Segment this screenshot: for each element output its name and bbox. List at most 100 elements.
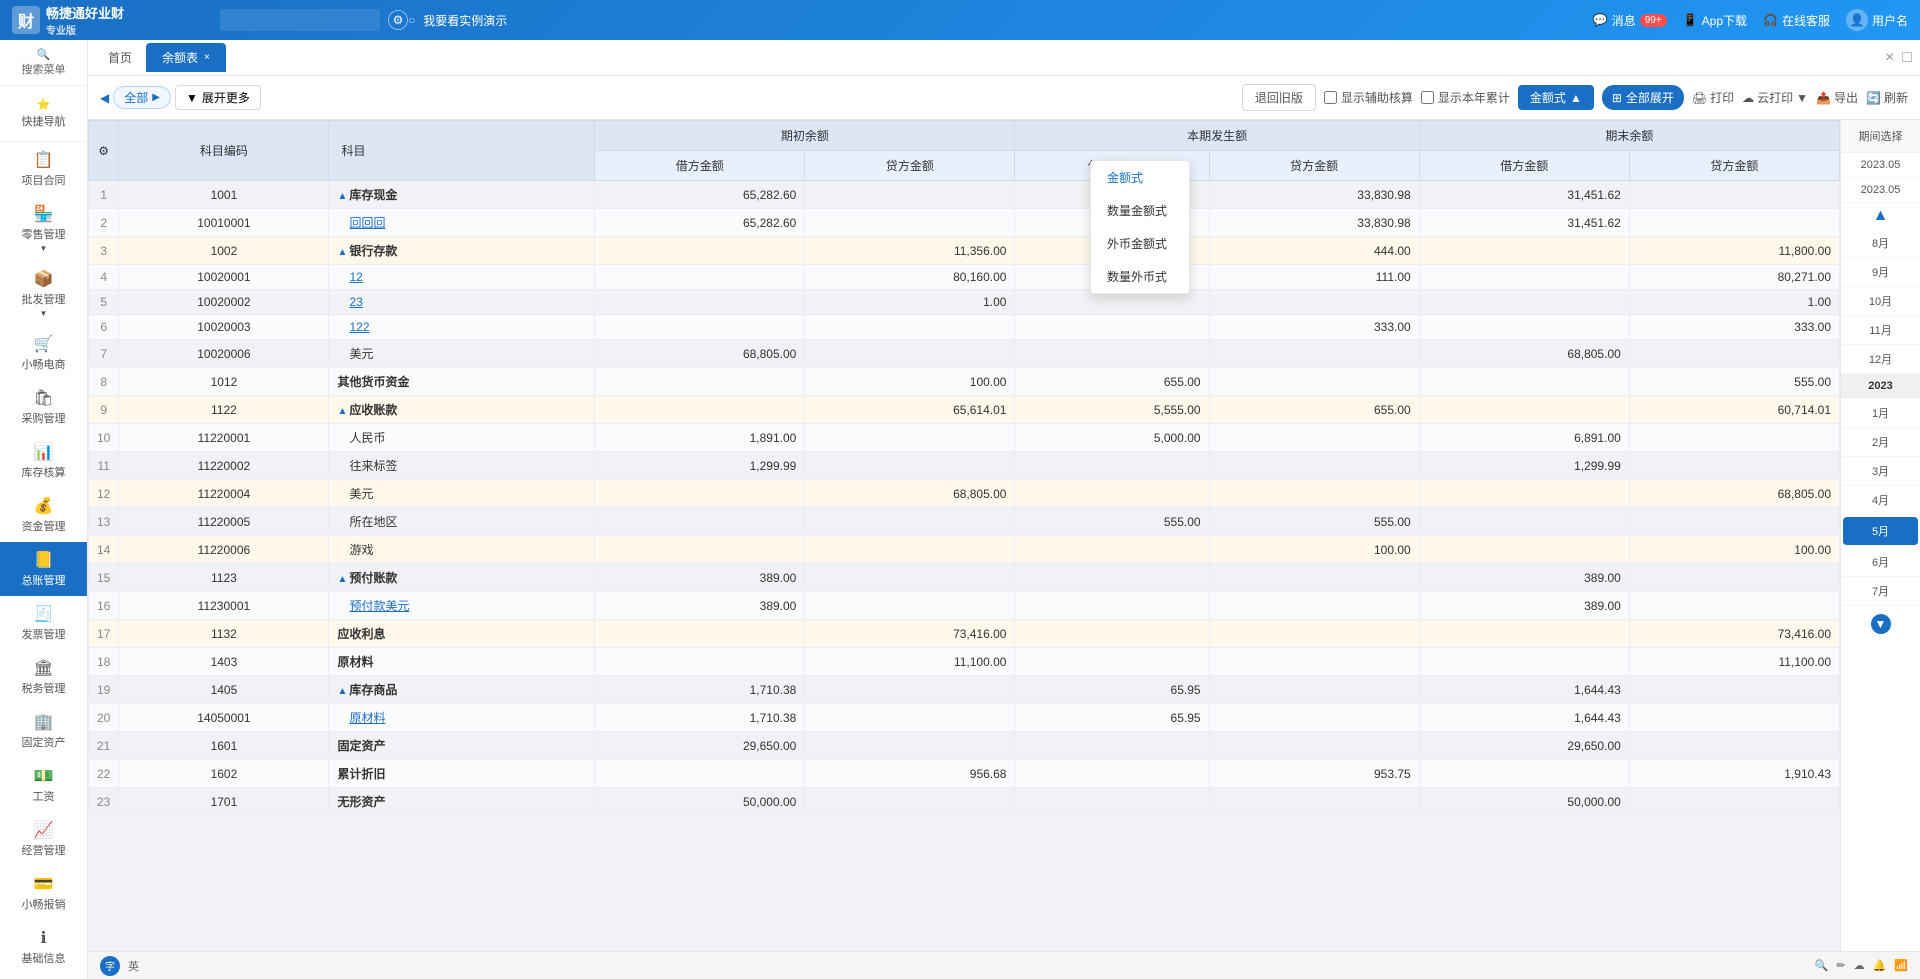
period-item-2023-05-top[interactable]: 2023.05: [1841, 153, 1920, 178]
account-name-bold[interactable]: 累计折旧: [337, 767, 385, 781]
tab-yue-biao[interactable]: 余额表 ×: [146, 43, 226, 72]
account-name-bold[interactable]: 应收利息: [337, 627, 385, 641]
sidebar-item-基础信息[interactable]: ℹ基础信息: [0, 920, 87, 974]
account-name-bold[interactable]: 预付账款: [349, 571, 397, 585]
tree-expand-icon[interactable]: ▲: [337, 574, 347, 585]
col-settings[interactable]: ⚙: [89, 121, 119, 181]
status-wifi-icon[interactable]: 📶: [1894, 959, 1908, 972]
sidebar-item-工资[interactable]: 💵工资: [0, 758, 87, 812]
account-name-bold[interactable]: 应收账款: [349, 403, 397, 417]
filter-tag[interactable]: 全部 ▶: [113, 86, 171, 109]
account-name-bold[interactable]: 库存现金: [349, 188, 397, 202]
period-up-arrow[interactable]: ▲: [1841, 203, 1920, 229]
tree-expand-icon[interactable]: ▲: [337, 686, 347, 697]
period-4[interactable]: 4月: [1841, 486, 1920, 515]
sidebar-item-经营管理[interactable]: 📈经营管理: [0, 812, 87, 866]
sidebar-item-总账管理[interactable]: 📒总账管理: [0, 542, 87, 596]
sidebar-item-小畅电商[interactable]: 🛒小畅电商: [0, 326, 87, 380]
sidebar-item-小畅报销[interactable]: 💳小畅报销: [0, 866, 87, 920]
period-10[interactable]: 10月: [1841, 287, 1920, 316]
sidebar-search[interactable]: 🔍 搜索菜单: [0, 40, 87, 86]
period-1[interactable]: 1月: [1841, 399, 1920, 428]
period-5[interactable]: 5月: [1843, 517, 1918, 546]
period-8[interactable]: 8月: [1841, 229, 1920, 258]
print-btn[interactable]: 🖨 打印: [1692, 89, 1734, 106]
tab-home[interactable]: 首页: [96, 43, 144, 72]
dropdown-item-数量金额式[interactable]: 数量金额式: [1091, 194, 1189, 227]
account-name-bold[interactable]: 库存商品: [349, 683, 397, 697]
app-download-item[interactable]: 📱 App下载: [1683, 12, 1747, 29]
auxiliary-checkbox[interactable]: [1324, 91, 1337, 104]
sidebar-item-零售管理[interactable]: 🏪零售管理▼: [0, 196, 87, 261]
left-arrow-icon[interactable]: ◀: [100, 91, 109, 105]
period-3[interactable]: 3月: [1841, 457, 1920, 486]
period-year-2023[interactable]: 2023: [1841, 374, 1920, 399]
mode-btn[interactable]: 金额式 ▲: [1518, 85, 1594, 110]
user-item[interactable]: 👤 用户名: [1846, 9, 1908, 31]
sidebar-item-批发管理[interactable]: 📦批发管理▼: [0, 261, 87, 326]
export-btn[interactable]: 📤 导出: [1816, 89, 1858, 106]
ob-debit: 29,650.00: [595, 732, 805, 760]
account-name-bold[interactable]: 其他货币资金: [337, 375, 409, 389]
account-name-link[interactable]: 23: [349, 295, 362, 309]
cloud-print-btn[interactable]: ☁ 云打印 ▼: [1742, 89, 1808, 106]
expand-more-btn[interactable]: ▼ 展开更多: [175, 85, 261, 110]
tree-expand-icon[interactable]: ▲: [337, 247, 347, 258]
status-lang-icon[interactable]: 字: [100, 956, 120, 976]
period-down-arrow[interactable]: ▼: [1871, 614, 1891, 634]
dropdown-item-数量外币式[interactable]: 数量外币式: [1091, 260, 1189, 293]
demo-button[interactable]: 我要看实例演示: [423, 12, 507, 29]
period-6[interactable]: 6月: [1841, 548, 1920, 577]
status-search-icon[interactable]: 🔍: [1815, 959, 1829, 972]
window-restore-icon[interactable]: □: [1902, 49, 1912, 67]
sidebar-item-采购管理[interactable]: 🛍采购管理: [0, 380, 87, 434]
print-icon: 🖨: [1692, 91, 1707, 105]
sidebar-item-资金管理[interactable]: 💰资金管理: [0, 488, 87, 542]
dropdown-item-金额式[interactable]: 金额式: [1091, 161, 1189, 194]
period-7[interactable]: 7月: [1841, 577, 1920, 606]
sidebar-item-项目合同[interactable]: 📋项目合同: [0, 142, 87, 196]
account-name-link[interactable]: 预付款美元: [349, 599, 409, 613]
period-12[interactable]: 12月: [1841, 345, 1920, 374]
tab-close-icon[interactable]: ×: [204, 52, 210, 63]
dropdown-item-外币金额式[interactable]: 外币金额式: [1091, 227, 1189, 260]
main-table-area: ⚙ 科目编码 科目 期初余额 本期发生额 期末余额 借方金额 贷方金额 借方金额…: [88, 120, 1840, 951]
show-auxiliary-check[interactable]: 显示辅助核算: [1324, 89, 1413, 106]
sidebar-item-库存核算[interactable]: 📊库存核算: [0, 434, 87, 488]
status-edit-icon[interactable]: ✏: [1836, 959, 1845, 972]
mode-dropdown: 金额式数量金额式外币金额式数量外币式: [1090, 160, 1190, 294]
yearly-checkbox[interactable]: [1421, 91, 1434, 104]
period-item-2023-05-2[interactable]: 2023.05: [1841, 178, 1920, 203]
period-2[interactable]: 2月: [1841, 428, 1920, 457]
window-close-icon[interactable]: ×: [1885, 49, 1894, 67]
expand-all-btn[interactable]: ⊞ 全部展开: [1602, 85, 1684, 110]
tree-expand-icon[interactable]: ▲: [337, 191, 347, 202]
row-number: 19: [89, 676, 119, 704]
curr-debit: 5,000.00: [1015, 424, 1209, 452]
account-name-link[interactable]: 12: [349, 270, 362, 284]
settings-icon[interactable]: ⚙: [388, 10, 408, 30]
account-name-bold[interactable]: 无形资产: [337, 795, 385, 809]
sidebar-item-税务管理[interactable]: 🏛税务管理: [0, 650, 87, 704]
account-name-bold[interactable]: 银行存款: [349, 244, 397, 258]
sidebar-item-固定资产[interactable]: 🏢固定资产: [0, 704, 87, 758]
account-name-bold[interactable]: 原材料: [337, 655, 373, 669]
status-cloud-icon[interactable]: ☁: [1854, 959, 1865, 972]
period-11[interactable]: 11月: [1841, 316, 1920, 345]
sidebar-item-系统管理[interactable]: ⚙系统管理: [0, 974, 87, 979]
online-service-item[interactable]: 🎧 在线客服: [1763, 12, 1830, 29]
status-en[interactable]: 英: [128, 958, 139, 974]
show-yearly-check[interactable]: 显示本年累计: [1421, 89, 1510, 106]
tree-expand-icon[interactable]: ▲: [337, 406, 347, 417]
message-item[interactable]: 💬 消息 99+: [1593, 12, 1667, 29]
account-name-bold[interactable]: 固定资产: [337, 739, 385, 753]
account-name-link[interactable]: 原材料: [349, 711, 385, 725]
sidebar-item-发票管理[interactable]: 🧾发票管理: [0, 596, 87, 650]
refresh-btn[interactable]: 🔄 刷新: [1866, 89, 1908, 106]
period-9[interactable]: 9月: [1841, 258, 1920, 287]
status-bell-icon[interactable]: 🔔: [1873, 959, 1887, 972]
return-old-btn[interactable]: 退回旧版: [1242, 84, 1316, 111]
account-name-link[interactable]: 回回回: [349, 216, 385, 230]
app-version: 专业版: [46, 22, 124, 37]
account-name-link[interactable]: 122: [349, 320, 369, 334]
